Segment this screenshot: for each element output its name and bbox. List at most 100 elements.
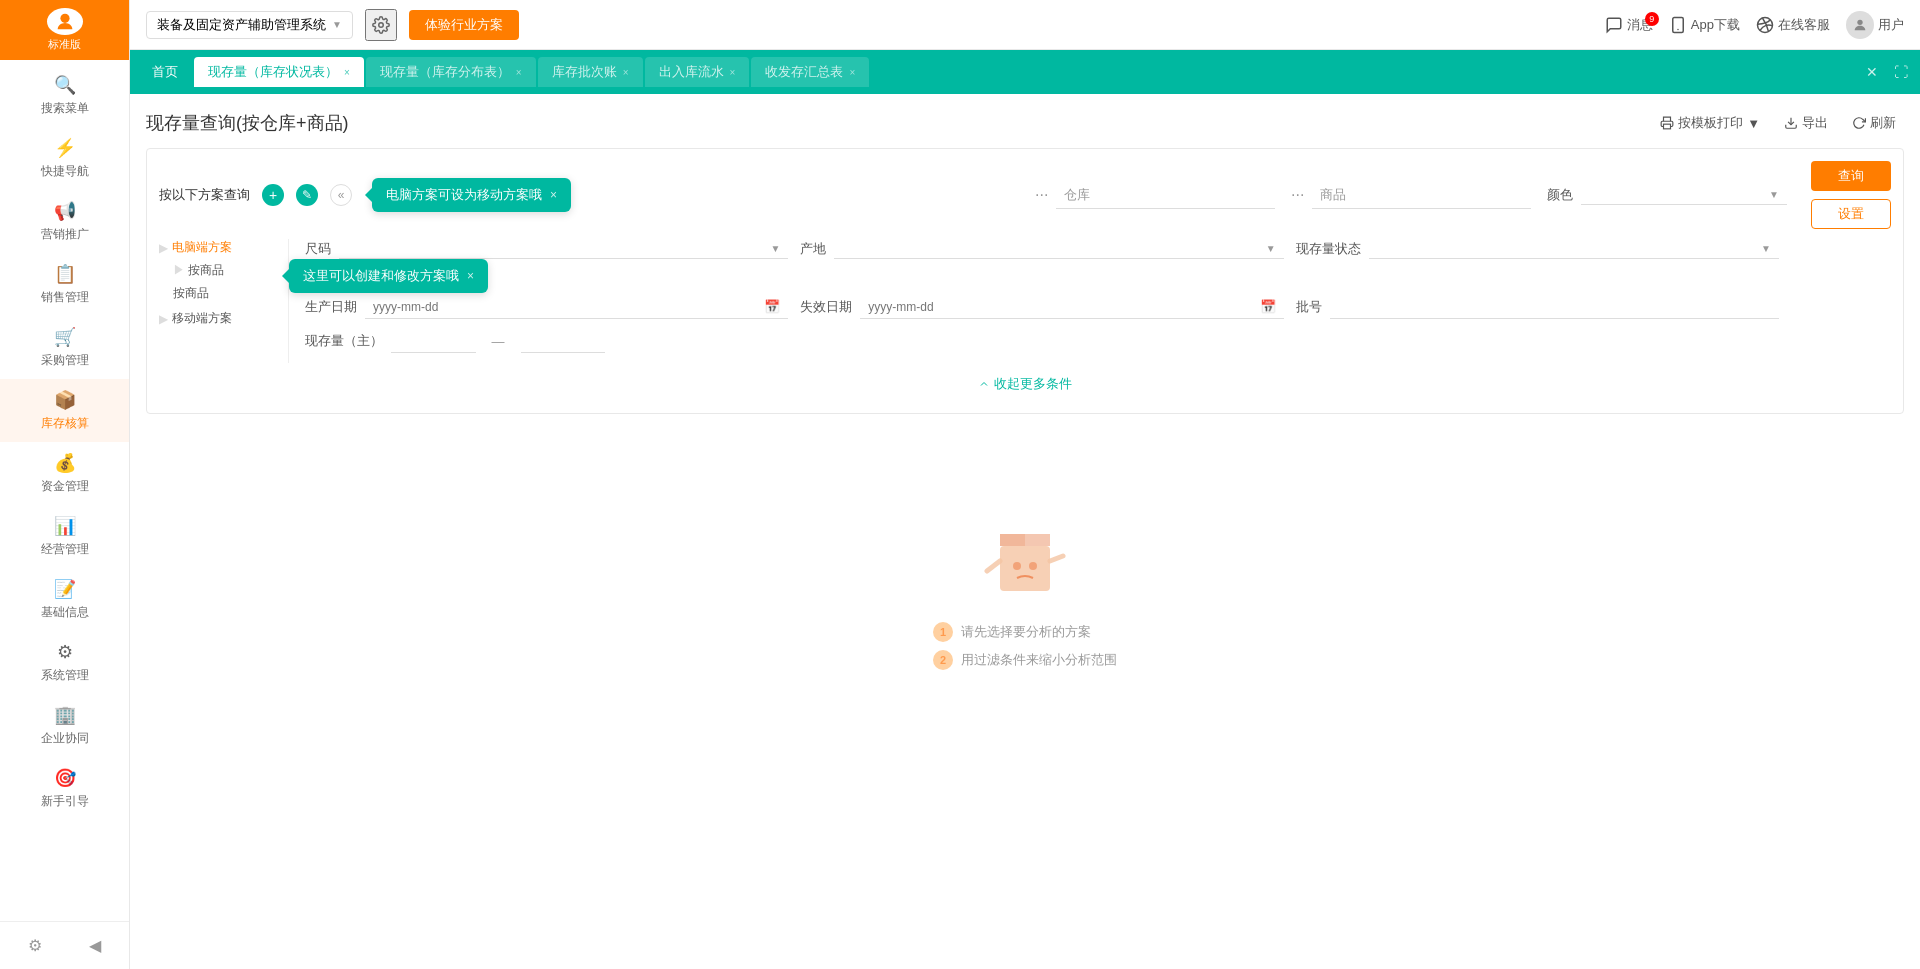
sidebar-collapse-btn[interactable]: ◀ <box>85 932 105 959</box>
stock-main-min[interactable] <box>391 329 476 353</box>
collapse-label: 收起更多条件 <box>994 375 1072 393</box>
sidebar-item-search[interactable]: 🔍 搜索菜单 <box>0 64 129 127</box>
filter-edit-button[interactable]: ✎ <box>296 184 318 206</box>
warehouse-placeholder: 仓库 <box>1064 186 1090 204</box>
chevron-down-icon: ▼ <box>770 243 780 254</box>
color-select[interactable]: ▼ <box>1581 185 1787 205</box>
origin-select[interactable]: ▼ <box>834 239 1283 259</box>
expiry-date-text[interactable] <box>868 300 1255 314</box>
tab-inventory-distribution[interactable]: 现存量（库存分布表） × <box>366 57 536 87</box>
stock-main-field: 现存量（主） — <box>305 329 605 353</box>
sidebar-item-label: 经营管理 <box>41 541 89 558</box>
message-item[interactable]: 消息 9 <box>1605 16 1653 34</box>
experience-button[interactable]: 体验行业方案 <box>409 10 519 40</box>
stock-main-label: 现存量（主） <box>305 332 383 350</box>
sidebar-settings-btn[interactable]: ⚙ <box>24 932 46 959</box>
batch-label: 批号 <box>1296 298 1322 316</box>
tooltip-create-close[interactable]: × <box>467 269 474 283</box>
collapse-button[interactable]: 收起更多条件 <box>159 367 1891 401</box>
production-date-label: 生产日期 <box>305 298 357 316</box>
warehouse-dots-icon[interactable]: ··· <box>1035 186 1048 204</box>
system-name: 装备及固定资产辅助管理系统 <box>157 16 326 34</box>
print-button[interactable]: 按模板打印 ▼ <box>1652 110 1768 136</box>
page-actions: 按模板打印 ▼ 导出 刷新 <box>1652 110 1904 136</box>
scheme-subitem-1[interactable]: ▶ 按商品 <box>159 262 276 279</box>
tabs-bar: 首页 现存量（库存状况表） × 现存量（库存分布表） × 库存批次账 × 出入库… <box>130 50 1920 94</box>
user-item[interactable]: 用户 <box>1846 11 1904 39</box>
sidebar-item-finance[interactable]: 💰 资金管理 <box>0 442 129 505</box>
desktop-scheme-label: 电脑端方案 <box>172 239 232 256</box>
finance-icon: 💰 <box>54 452 76 474</box>
user-label: 用户 <box>1878 16 1904 34</box>
export-button[interactable]: 导出 <box>1776 110 1836 136</box>
warehouse-select[interactable]: 仓库 <box>1056 182 1275 209</box>
logo-text: 标准版 <box>48 37 81 52</box>
production-date-input[interactable]: 📅 <box>365 295 788 319</box>
enterprise-icon: 🏢 <box>54 704 76 726</box>
sidebar-item-sales[interactable]: 📋 销售管理 <box>0 253 129 316</box>
system-name-selector[interactable]: 装备及固定资产辅助管理系统 ▼ <box>146 11 353 39</box>
production-date-text[interactable] <box>373 300 760 314</box>
scheme-subitem-2[interactable]: 按商品 <box>159 285 276 302</box>
svg-point-9 <box>1013 562 1021 570</box>
sidebar-item-label: 新手引导 <box>41 793 89 810</box>
tab-inventory-batch[interactable]: 库存批次账 × <box>538 57 643 87</box>
tab-label: 库存批次账 <box>552 63 617 81</box>
expiry-date-input[interactable]: 📅 <box>860 295 1283 319</box>
scheme-list-panel: ▶ 电脑端方案 ▶ 按商品 按商品 ▶ 移动端方案 <box>159 239 289 363</box>
sidebar-item-operations[interactable]: 📊 经营管理 <box>0 505 129 568</box>
size-field: 尺码 ▼ <box>305 239 788 259</box>
app-download-item[interactable]: App下载 <box>1669 16 1740 34</box>
tab-collect-summary[interactable]: 收发存汇总表 × <box>751 57 869 87</box>
close-tab-icon[interactable]: ✕ <box>1862 60 1882 84</box>
sidebar-item-purchase[interactable]: 🛒 采购管理 <box>0 316 129 379</box>
sidebar-item-basic[interactable]: 📝 基础信息 <box>0 568 129 631</box>
batch-input[interactable] <box>1330 295 1779 319</box>
filter-add-button[interactable]: + <box>262 184 284 206</box>
calendar-icon[interactable]: 📅 <box>1260 299 1276 314</box>
stock-status-label: 现存量状态 <box>1296 240 1361 258</box>
sidebar-item-label: 搜索菜单 <box>41 100 89 117</box>
online-support-item[interactable]: 在线客服 <box>1756 16 1830 34</box>
step-2-number: 2 <box>933 650 953 670</box>
goods-select[interactable]: 商品 <box>1312 182 1531 209</box>
expand-tab-icon[interactable]: ⛶ <box>1890 60 1912 84</box>
filter-back-button[interactable]: « <box>330 184 352 206</box>
refresh-button[interactable]: 刷新 <box>1844 110 1904 136</box>
search-button[interactable]: 查询 <box>1811 161 1891 191</box>
goods-dots-icon[interactable]: ··· <box>1291 186 1304 204</box>
sidebar-nav: 🔍 搜索菜单 ⚡ 快捷导航 📢 营销推广 📋 销售管理 🛒 采购管理 📦 <box>0 60 129 921</box>
sidebar-item-inventory[interactable]: 📦 库存核算 <box>0 379 129 442</box>
purchase-icon: 🛒 <box>54 326 76 348</box>
filter-row-4: 现存量（主） — <box>305 329 1891 353</box>
tab-close-icon[interactable]: × <box>849 67 855 78</box>
tab-close-icon[interactable]: × <box>623 67 629 78</box>
sidebar-item-label: 营销推广 <box>41 226 89 243</box>
tab-close-icon[interactable]: × <box>516 67 522 78</box>
tab-close-icon[interactable]: × <box>730 67 736 78</box>
refresh-label: 刷新 <box>1870 114 1896 132</box>
sidebar-item-marketing[interactable]: 📢 营销推广 <box>0 190 129 253</box>
production-date-field: 生产日期 📅 <box>305 295 788 319</box>
svg-point-0 <box>60 13 69 22</box>
stock-main-max[interactable] <box>521 329 606 353</box>
calendar-icon[interactable]: 📅 <box>764 299 780 314</box>
tab-inout-flow[interactable]: 出入库流水 × <box>645 57 750 87</box>
tab-home[interactable]: 首页 <box>138 57 192 87</box>
tabs-actions: ✕ ⛶ <box>1862 60 1912 84</box>
goods-placeholder: 商品 <box>1320 186 1346 204</box>
sidebar-item-label: 企业协同 <box>41 730 89 747</box>
chevron-down-icon: ▼ <box>1769 189 1779 200</box>
sidebar-item-enterprise[interactable]: 🏢 企业协同 <box>0 694 129 757</box>
svg-rect-6 <box>1664 124 1671 129</box>
sidebar-item-nav[interactable]: ⚡ 快捷导航 <box>0 127 129 190</box>
tab-inventory-status[interactable]: 现存量（库存状况表） × <box>194 57 364 87</box>
tab-close-icon[interactable]: × <box>344 67 350 78</box>
settings-button[interactable] <box>365 9 397 41</box>
sidebar-item-guide[interactable]: 🎯 新手引导 <box>0 757 129 820</box>
stock-status-select[interactable]: ▼ <box>1369 239 1779 259</box>
sidebar-item-system[interactable]: ⚙ 系统管理 <box>0 631 129 694</box>
size-select[interactable]: ▼ <box>339 239 788 259</box>
reset-button[interactable]: 设置 <box>1811 199 1891 229</box>
tooltip-desktop-close[interactable]: × <box>550 188 557 202</box>
